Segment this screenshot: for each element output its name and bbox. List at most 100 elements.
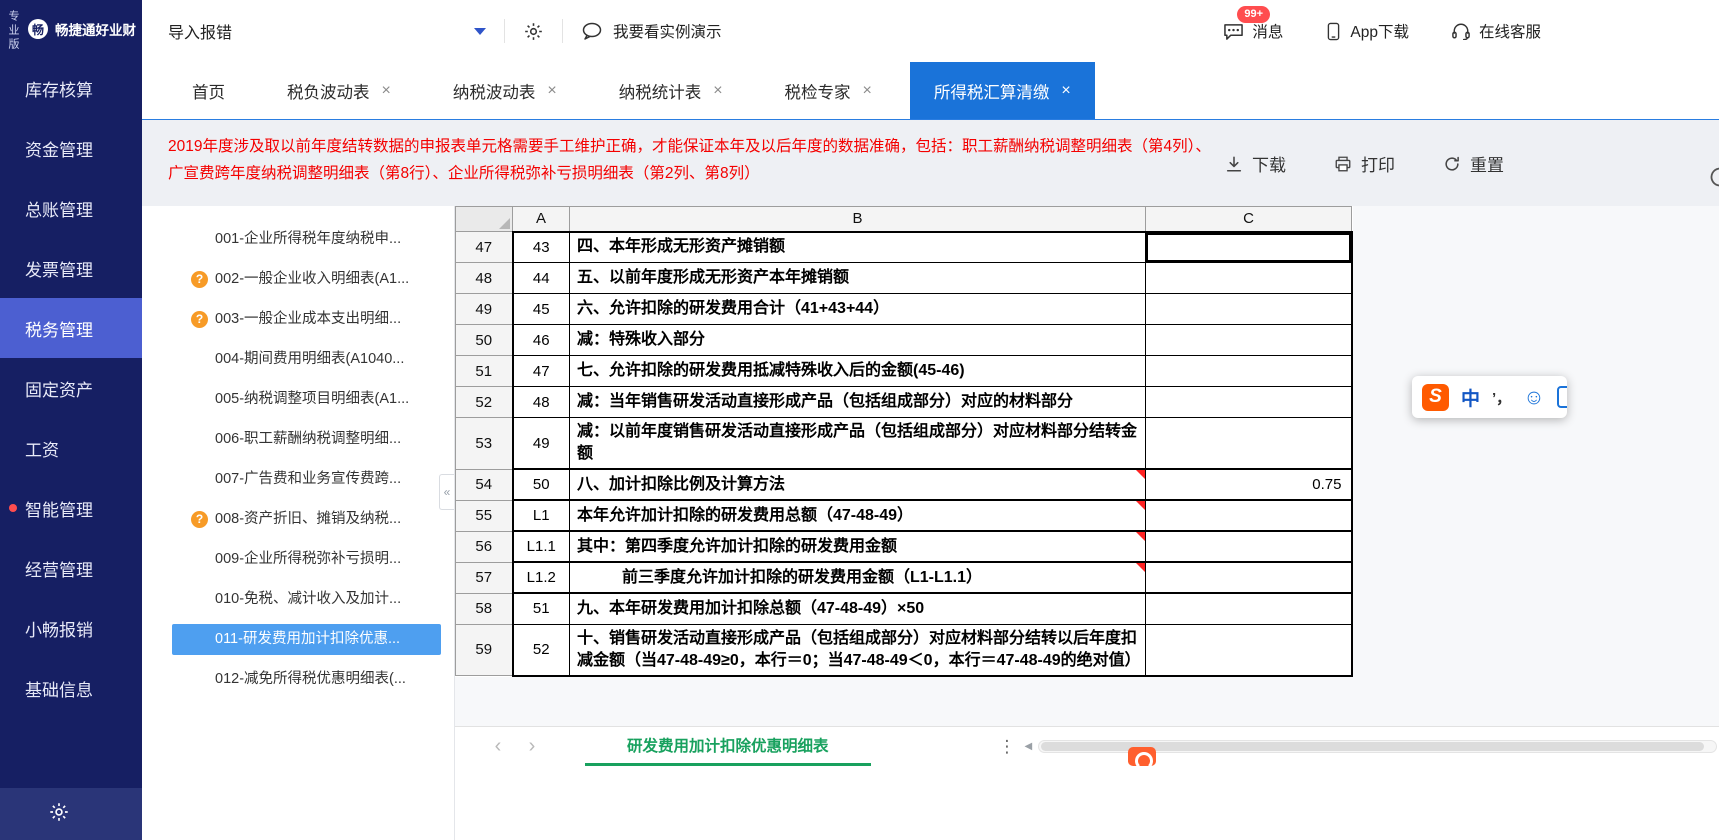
cell-a[interactable]: 44: [511, 262, 570, 294]
cell-b[interactable]: 十、销售研发活动直接形成产品（包括组成部分）对应材料部分结转以后年度扣减金额（当…: [569, 623, 1146, 677]
report-item-001[interactable]: 001-企业所得税年度纳税申...: [142, 224, 454, 255]
row-number[interactable]: 56: [455, 530, 513, 563]
cell-b[interactable]: 六、允许扣除的研发费用合计（41+43+44）: [569, 293, 1146, 325]
tab-close-icon[interactable]: [1061, 83, 1070, 99]
cell-c[interactable]: 0.75: [1145, 468, 1353, 502]
cell-b[interactable]: 五、以前年度形成无形资产本年摊销额: [569, 262, 1146, 294]
cell-a[interactable]: 52: [511, 623, 570, 677]
cell-b[interactable]: 减：以前年度销售研发活动直接形成产品（包括组成部分）对应材料部分结转金额: [569, 417, 1146, 470]
tab-1[interactable]: 首页: [168, 62, 249, 119]
cell-c[interactable]: [1145, 355, 1353, 387]
select-all-corner[interactable]: [455, 206, 513, 232]
row-number[interactable]: 49: [455, 293, 513, 325]
row-number[interactable]: 59: [455, 623, 513, 677]
report-item-003[interactable]: 003-一般企业成本支出明细...: [142, 304, 454, 335]
tab-close-icon[interactable]: [382, 83, 391, 99]
report-item-011[interactable]: 011-研发费用加计扣除优惠...: [172, 624, 441, 655]
sidebar-item-1[interactable]: 库存核算: [0, 58, 142, 118]
sidebar-item-11[interactable]: 基础信息: [0, 658, 142, 718]
row-number[interactable]: 58: [455, 592, 513, 625]
cell-a[interactable]: L1.2: [511, 561, 570, 595]
tab-6[interactable]: 所得税汇算清缴: [909, 62, 1095, 119]
cell-c[interactable]: [1145, 417, 1353, 470]
tab-close-icon[interactable]: [547, 83, 556, 99]
cell-a[interactable]: 51: [511, 592, 570, 625]
sidebar-item-9[interactable]: 经营管理: [0, 538, 142, 598]
demo-link[interactable]: 我要看实例演示: [581, 20, 722, 42]
app-download-button[interactable]: App下载: [1325, 20, 1409, 42]
reset-button[interactable]: 重置: [1443, 151, 1504, 176]
cell-a[interactable]: 50: [511, 468, 570, 502]
row-number[interactable]: 47: [455, 231, 513, 263]
more-options-icon[interactable]: ⋮: [999, 737, 1016, 757]
report-item-005[interactable]: 005-纳税调整项目明细表(A1...: [142, 384, 454, 415]
ime-punctuation-toggle[interactable]: ’，: [1492, 387, 1511, 408]
sidebar-item-3[interactable]: 总账管理: [0, 178, 142, 238]
tab-close-icon[interactable]: [863, 83, 872, 99]
cell-c[interactable]: [1145, 592, 1353, 625]
ime-logo-icon[interactable]: S: [1422, 383, 1449, 411]
column-header-c[interactable]: C: [1145, 206, 1352, 232]
sidebar-item-10[interactable]: 小畅报销: [0, 598, 142, 658]
cell-b[interactable]: 七、允许扣除的研发费用抵减特殊收入后的金额(45-46): [569, 355, 1146, 387]
row-number[interactable]: 55: [455, 499, 513, 532]
cell-b[interactable]: 九、本年研发费用加计扣除总额（47-48-49）×50: [569, 592, 1146, 625]
download-button[interactable]: 下载: [1225, 151, 1286, 176]
column-header-a[interactable]: A: [512, 206, 570, 232]
print-button[interactable]: 打印: [1334, 151, 1395, 176]
row-number[interactable]: 48: [455, 262, 513, 294]
sidebar-item-5[interactable]: 税务管理: [0, 298, 142, 358]
cell-b[interactable]: 八、加计扣除比例及计算方法: [569, 468, 1146, 502]
row-number[interactable]: 50: [455, 324, 513, 356]
cell-a[interactable]: 46: [511, 324, 570, 356]
messages-button[interactable]: 99+ 消息: [1223, 6, 1283, 42]
settings-gear-button[interactable]: [523, 21, 544, 42]
sidebar-item-7[interactable]: 工资: [0, 418, 142, 478]
collapse-panel-button[interactable]: «: [439, 474, 454, 510]
cell-c[interactable]: [1145, 324, 1353, 356]
row-number[interactable]: 51: [455, 355, 513, 387]
cell-c[interactable]: [1145, 561, 1353, 595]
cell-a[interactable]: 49: [511, 417, 570, 470]
tab-2[interactable]: 税负波动表: [263, 62, 415, 119]
online-support-button[interactable]: 在线客服: [1451, 20, 1541, 42]
report-item-008[interactable]: 008-资产折旧、摊销及纳税...: [142, 504, 454, 535]
cell-a[interactable]: 47: [511, 355, 570, 387]
cell-b[interactable]: 减：当年销售研发活动直接形成产品（包括组成部分）对应的材料部分: [569, 386, 1146, 418]
sidebar-item-8[interactable]: 智能管理: [0, 478, 142, 538]
cell-b[interactable]: 本年允许加计扣除的研发费用总额（47-48-49）: [569, 499, 1146, 533]
report-item-007[interactable]: 007-广告费和业务宣传费跨...: [142, 464, 454, 495]
cell-c[interactable]: [1145, 386, 1353, 418]
report-item-006[interactable]: 006-职工薪酬纳税调整明细...: [142, 424, 454, 455]
cell-c[interactable]: [1145, 623, 1353, 677]
sidebar-settings-button[interactable]: [0, 788, 142, 840]
partial-floating-icon[interactable]: [1128, 747, 1156, 770]
row-number[interactable]: 57: [455, 561, 513, 594]
cell-a[interactable]: L1.1: [511, 530, 570, 564]
row-number[interactable]: 52: [455, 386, 513, 418]
report-item-004[interactable]: 004-期间费用明细表(A1040...: [142, 344, 454, 375]
ime-mode-toggle[interactable]: 中: [1461, 384, 1480, 411]
cell-b[interactable]: 减：特殊收入部分: [569, 324, 1146, 356]
tab-3[interactable]: 纳税波动表: [429, 62, 581, 119]
cell-b[interactable]: 四、本年形成无形资产摊销额: [569, 230, 1146, 263]
tab-4[interactable]: 纳税统计表: [595, 62, 747, 119]
cell-a[interactable]: 48: [511, 386, 570, 418]
sync-edge-button[interactable]: [1707, 164, 1719, 195]
column-header-b[interactable]: B: [569, 206, 1146, 232]
cell-c[interactable]: [1145, 499, 1353, 533]
tab-5[interactable]: 税检专家: [761, 62, 896, 119]
tab-close-icon[interactable]: [713, 83, 722, 99]
row-number[interactable]: 54: [455, 468, 513, 501]
cell-a[interactable]: 45: [511, 293, 570, 325]
sidebar-item-2[interactable]: 资金管理: [0, 118, 142, 178]
cell-c[interactable]: [1145, 262, 1353, 294]
sheet-prev-button[interactable]: ‹: [481, 735, 515, 758]
sheet-next-button[interactable]: ›: [515, 735, 549, 758]
row-number[interactable]: 53: [455, 417, 513, 470]
cell-c[interactable]: [1145, 230, 1353, 263]
report-item-009[interactable]: 009-企业所得税弥补亏损明...: [142, 544, 454, 575]
cell-a[interactable]: 43: [511, 230, 570, 263]
report-item-002[interactable]: 002-一般企业收入明细表(A1...: [142, 264, 454, 295]
sidebar-item-6[interactable]: 固定资产: [0, 358, 142, 418]
